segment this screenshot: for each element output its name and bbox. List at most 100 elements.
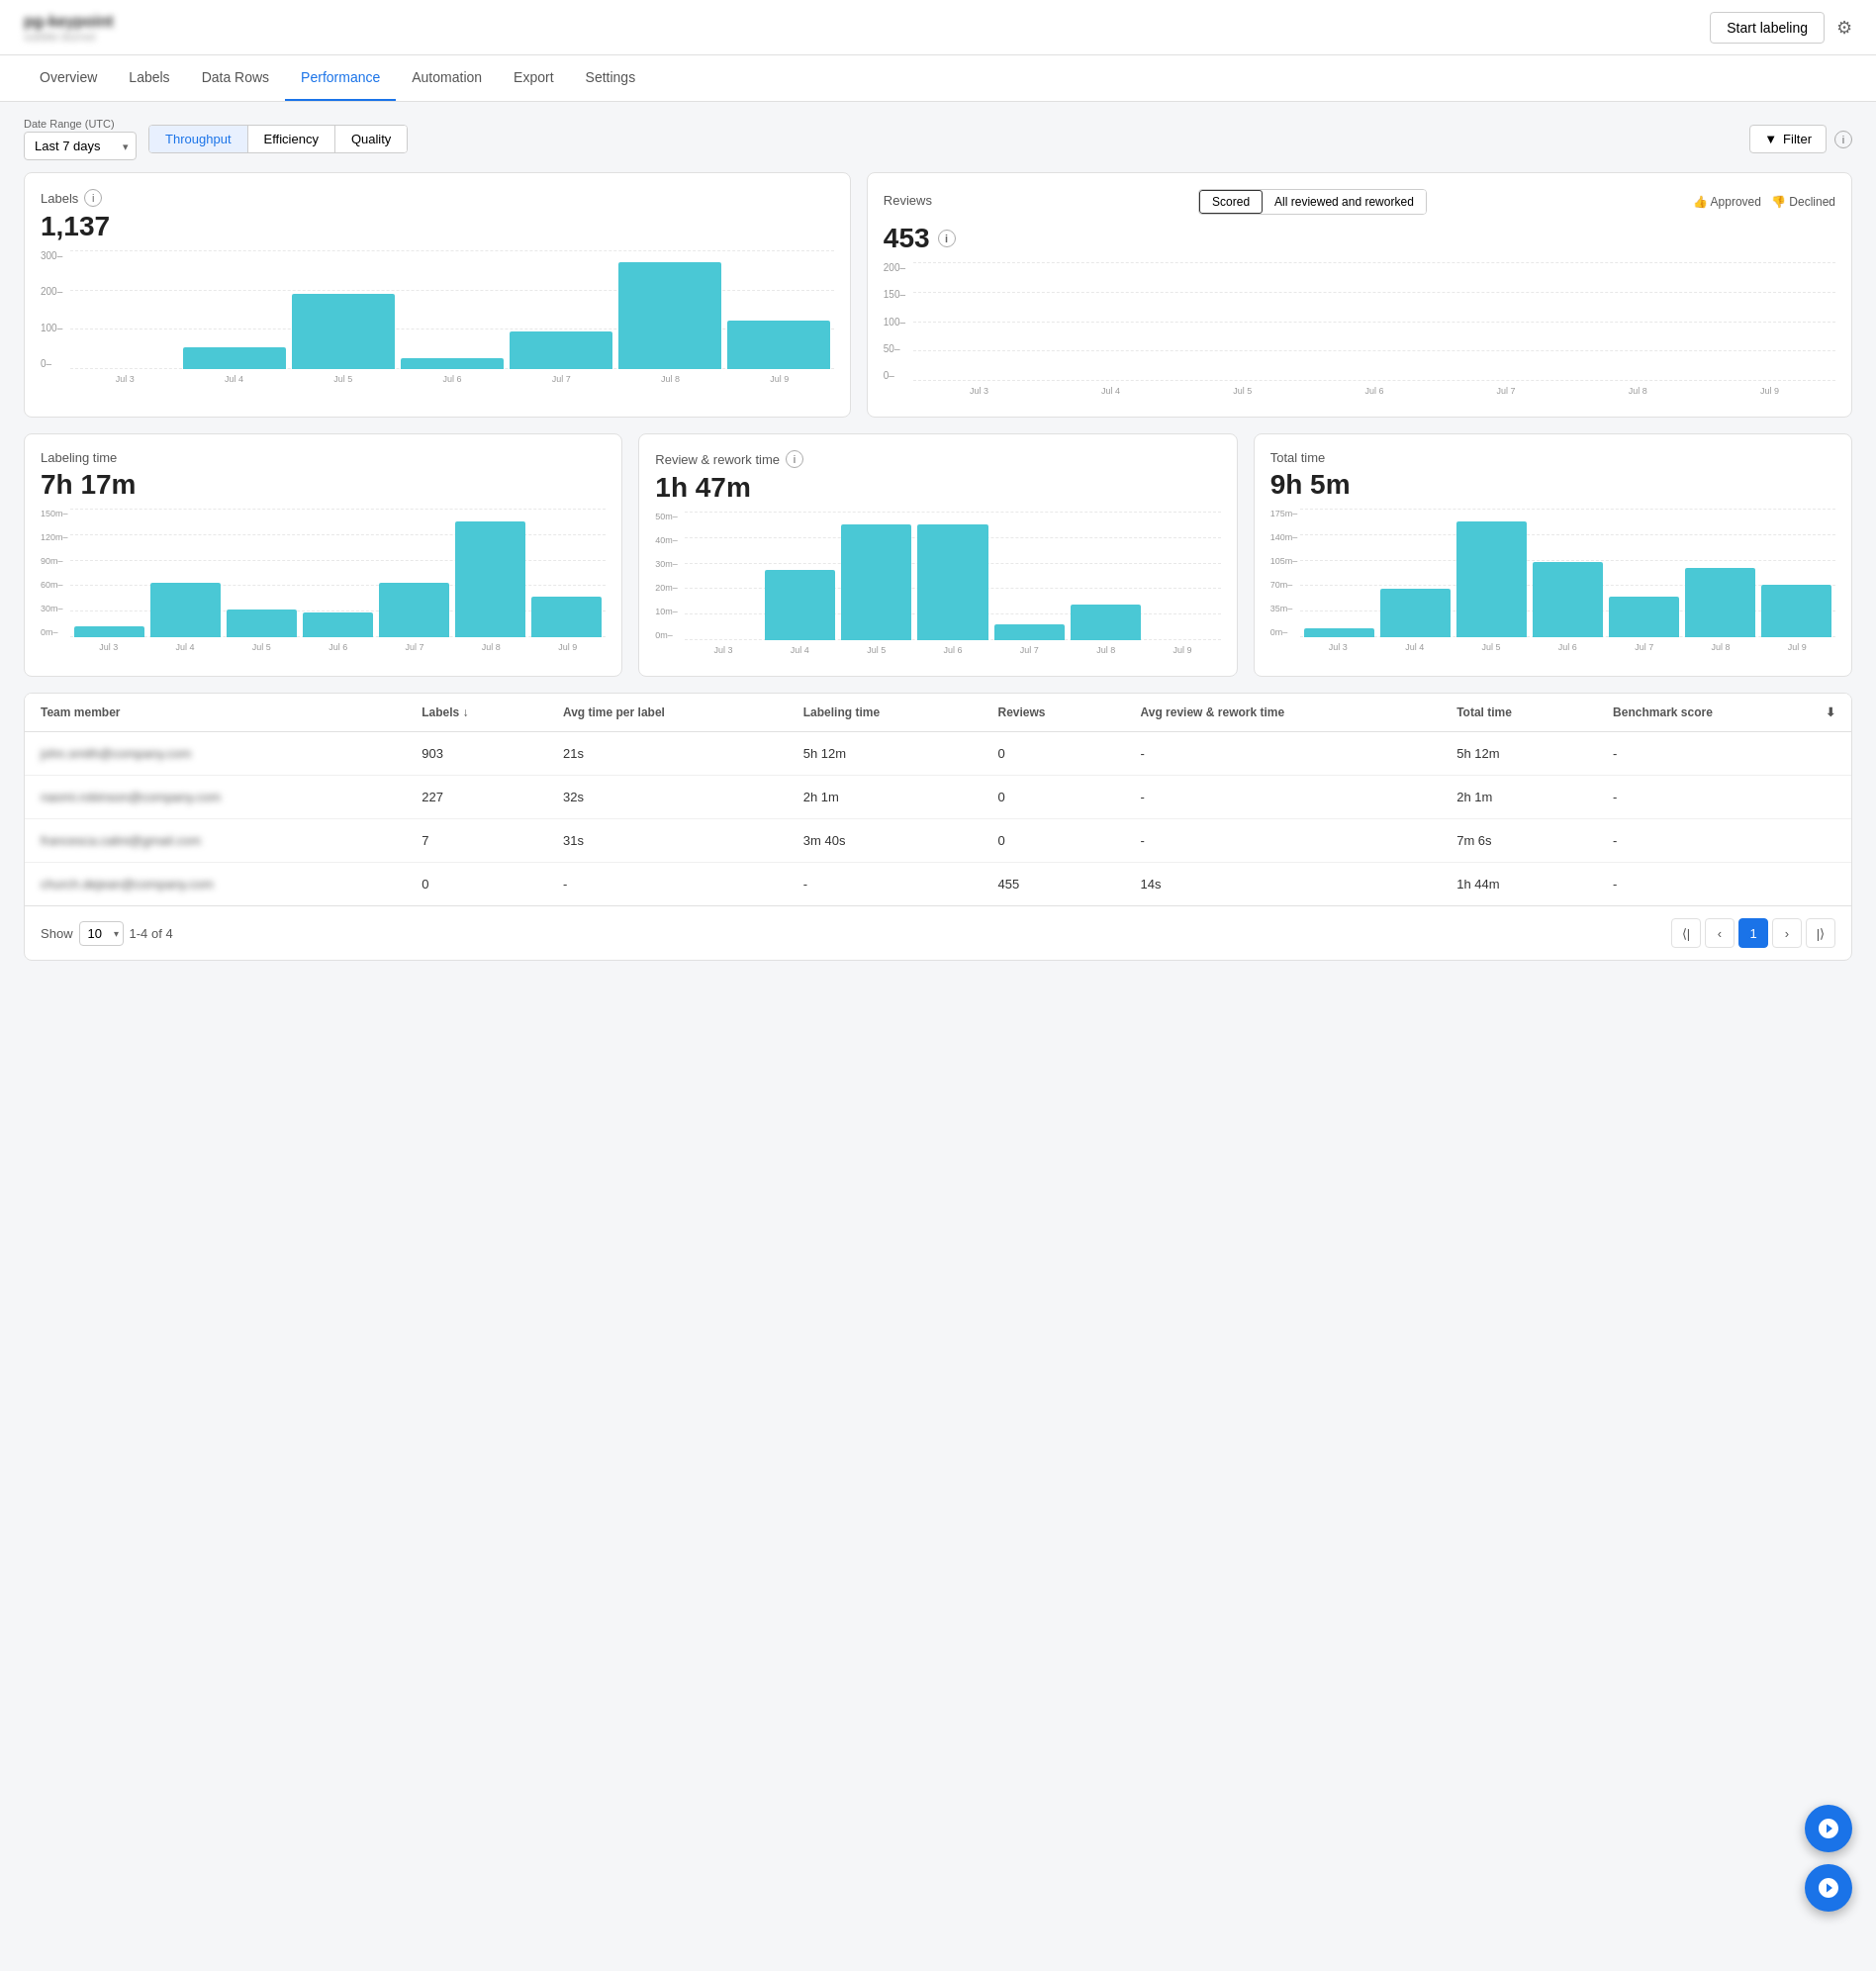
page-1-button[interactable]: 1 bbox=[1738, 918, 1768, 948]
pagination: Show 10 25 50 1-4 of 4 ⟨| ‹ 1 › |⟩ bbox=[25, 905, 1851, 960]
x-label: Jul 7 bbox=[991, 645, 1068, 655]
rr-x-labels: Jul 3Jul 4Jul 5Jul 6Jul 7Jul 8Jul 9 bbox=[685, 640, 1220, 660]
gear-icon[interactable]: ⚙ bbox=[1836, 17, 1852, 39]
info-icon[interactable]: i bbox=[1834, 131, 1852, 148]
labels-x-labels: Jul 3Jul 4Jul 5Jul 6Jul 7Jul 8Jul 9 bbox=[70, 369, 834, 389]
x-label: Jul 9 bbox=[1704, 386, 1835, 396]
last-page-button[interactable]: |⟩ bbox=[1806, 918, 1835, 948]
bar-6 bbox=[727, 321, 830, 369]
x-label: Jul 6 bbox=[914, 645, 990, 655]
reviews-cell: 0 bbox=[983, 776, 1125, 819]
col-avg-review: Avg review & rework time bbox=[1125, 694, 1442, 732]
total-time-card: Total time 9h 5m 175m–140m–105m–70m–35m–… bbox=[1254, 433, 1852, 677]
x-label: Jul 4 bbox=[179, 374, 288, 384]
team-table: Team member Labels ↓ Avg time per label … bbox=[24, 693, 1852, 961]
scored-tab[interactable]: Scored bbox=[1199, 190, 1263, 214]
toolbar-left: Date Range (UTC) Last 7 days Last 30 day… bbox=[24, 118, 408, 160]
x-label: Jul 4 bbox=[146, 642, 223, 652]
tt-x-labels: Jul 3Jul 4Jul 5Jul 6Jul 7Jul 8Jul 9 bbox=[1300, 637, 1835, 657]
x-label: Jul 7 bbox=[376, 642, 452, 652]
x-label: Jul 3 bbox=[70, 642, 146, 652]
reviews-card: Reviews Scored All reviewed and reworked… bbox=[867, 172, 1852, 418]
labels-card-title: Labels i bbox=[41, 189, 834, 207]
first-page-button[interactable]: ⟨| bbox=[1671, 918, 1701, 948]
time-cards-row: Labeling time 7h 17m 150m–120m–90m–60m–3… bbox=[24, 433, 1852, 677]
labels-info-icon[interactable]: i bbox=[84, 189, 102, 207]
benchmark-cell: - bbox=[1597, 819, 1851, 863]
labeling-time-chart: 150m–120m–90m–60m–30m–0m– Jul 3Jul 4Jul … bbox=[41, 509, 606, 657]
sort-icon: ↓ bbox=[463, 705, 469, 719]
reviews-cell: 0 bbox=[983, 819, 1125, 863]
x-label: Jul 7 bbox=[507, 374, 615, 384]
rr-info-icon[interactable]: i bbox=[786, 450, 803, 468]
bar-5 bbox=[618, 262, 721, 369]
labels-cell: 7 bbox=[406, 819, 547, 863]
x-label: Jul 8 bbox=[1682, 642, 1758, 652]
tab-settings[interactable]: Settings bbox=[570, 55, 652, 101]
benchmark-cell: - bbox=[1597, 863, 1851, 906]
tab-automation[interactable]: Automation bbox=[396, 55, 498, 101]
tab-export[interactable]: Export bbox=[498, 55, 569, 101]
reviews-cell: 455 bbox=[983, 863, 1125, 906]
efficiency-tab[interactable]: Efficiency bbox=[248, 126, 335, 152]
labeling-time-title: Labeling time bbox=[41, 450, 606, 465]
performance-table: Team member Labels ↓ Avg time per label … bbox=[25, 694, 1851, 905]
member-cell: church.dejean@company.com bbox=[25, 863, 406, 906]
total-time-cell: 5h 12m bbox=[1441, 732, 1597, 776]
x-label: Jul 4 bbox=[762, 645, 838, 655]
bar-5 bbox=[1071, 605, 1141, 640]
bar-1 bbox=[183, 347, 286, 369]
col-member: Team member bbox=[25, 694, 406, 732]
throughput-tab[interactable]: Throughput bbox=[149, 126, 248, 152]
x-label: Jul 8 bbox=[453, 642, 529, 652]
x-label: Jul 4 bbox=[1376, 642, 1453, 652]
all-reviewed-tab[interactable]: All reviewed and reworked bbox=[1263, 190, 1426, 214]
tab-labels[interactable]: Labels bbox=[113, 55, 185, 101]
x-label: Jul 3 bbox=[70, 374, 179, 384]
labels-cell: 903 bbox=[406, 732, 547, 776]
start-labeling-button[interactable]: Start labeling bbox=[1710, 12, 1825, 44]
bar-3 bbox=[1533, 562, 1603, 637]
x-label: Jul 8 bbox=[615, 374, 724, 384]
reviews-tab-group: Scored All reviewed and reworked bbox=[1198, 189, 1427, 215]
reviews-card-header: Reviews Scored All reviewed and reworked… bbox=[884, 189, 1835, 215]
logo-title: pg-keypoint bbox=[24, 13, 114, 31]
toolbar-right: ▼ Filter i bbox=[1749, 125, 1852, 153]
x-label: Jul 7 bbox=[1441, 386, 1572, 396]
download-icon[interactable]: ⬇ bbox=[1826, 705, 1835, 719]
tt-title: Total time bbox=[1270, 450, 1835, 465]
x-label: Jul 7 bbox=[1606, 642, 1682, 652]
rr-y-axis: 50m–40m–30m–20m–10m–0m– bbox=[655, 512, 685, 640]
col-labels[interactable]: Labels ↓ bbox=[406, 694, 547, 732]
next-page-button[interactable]: › bbox=[1772, 918, 1802, 948]
tab-performance[interactable]: Performance bbox=[285, 55, 396, 101]
table-row: francesca.calini@gmail.com 7 31s 3m 40s … bbox=[25, 819, 1851, 863]
bar-1 bbox=[765, 570, 835, 641]
prev-page-button[interactable]: ‹ bbox=[1705, 918, 1735, 948]
quality-tab[interactable]: Quality bbox=[335, 126, 407, 152]
tt-bars bbox=[1300, 509, 1835, 637]
tt-value: 9h 5m bbox=[1270, 469, 1835, 501]
toolbar: Date Range (UTC) Last 7 days Last 30 day… bbox=[0, 102, 1876, 172]
x-label: Jul 5 bbox=[838, 645, 914, 655]
filter-button[interactable]: ▼ Filter bbox=[1749, 125, 1827, 153]
filter-label: Filter bbox=[1783, 132, 1812, 146]
total-time-cell: 7m 6s bbox=[1441, 819, 1597, 863]
x-label: Jul 3 bbox=[1300, 642, 1376, 652]
logo-area: pg-keypoint subtitle blurred bbox=[24, 13, 114, 43]
table-row: john.smith@company.com 903 21s 5h 12m 0 … bbox=[25, 732, 1851, 776]
col-benchmark: Benchmark score ⬇ bbox=[1597, 694, 1851, 731]
reviews-info-icon[interactable]: i bbox=[938, 230, 956, 247]
show-select[interactable]: 10 25 50 bbox=[79, 921, 124, 946]
date-range-select[interactable]: Last 7 days Last 30 days Custom bbox=[24, 132, 137, 160]
x-label: Jul 3 bbox=[685, 645, 761, 655]
bar-3 bbox=[917, 524, 987, 640]
reviews-legend: 👍 Approved 👎 Declined bbox=[1693, 195, 1835, 209]
tab-overview[interactable]: Overview bbox=[24, 55, 113, 101]
labeling-time-value: 7h 17m bbox=[41, 469, 606, 501]
tab-data-rows[interactable]: Data Rows bbox=[186, 55, 285, 101]
tt-y-axis: 175m–140m–105m–70m–35m–0m– bbox=[1270, 509, 1300, 637]
review-rework-card: Review & rework time i 1h 47m 50m–40m–30… bbox=[638, 433, 1237, 677]
member-cell: john.smith@company.com bbox=[25, 732, 406, 776]
col-total-time: Total time bbox=[1441, 694, 1597, 732]
